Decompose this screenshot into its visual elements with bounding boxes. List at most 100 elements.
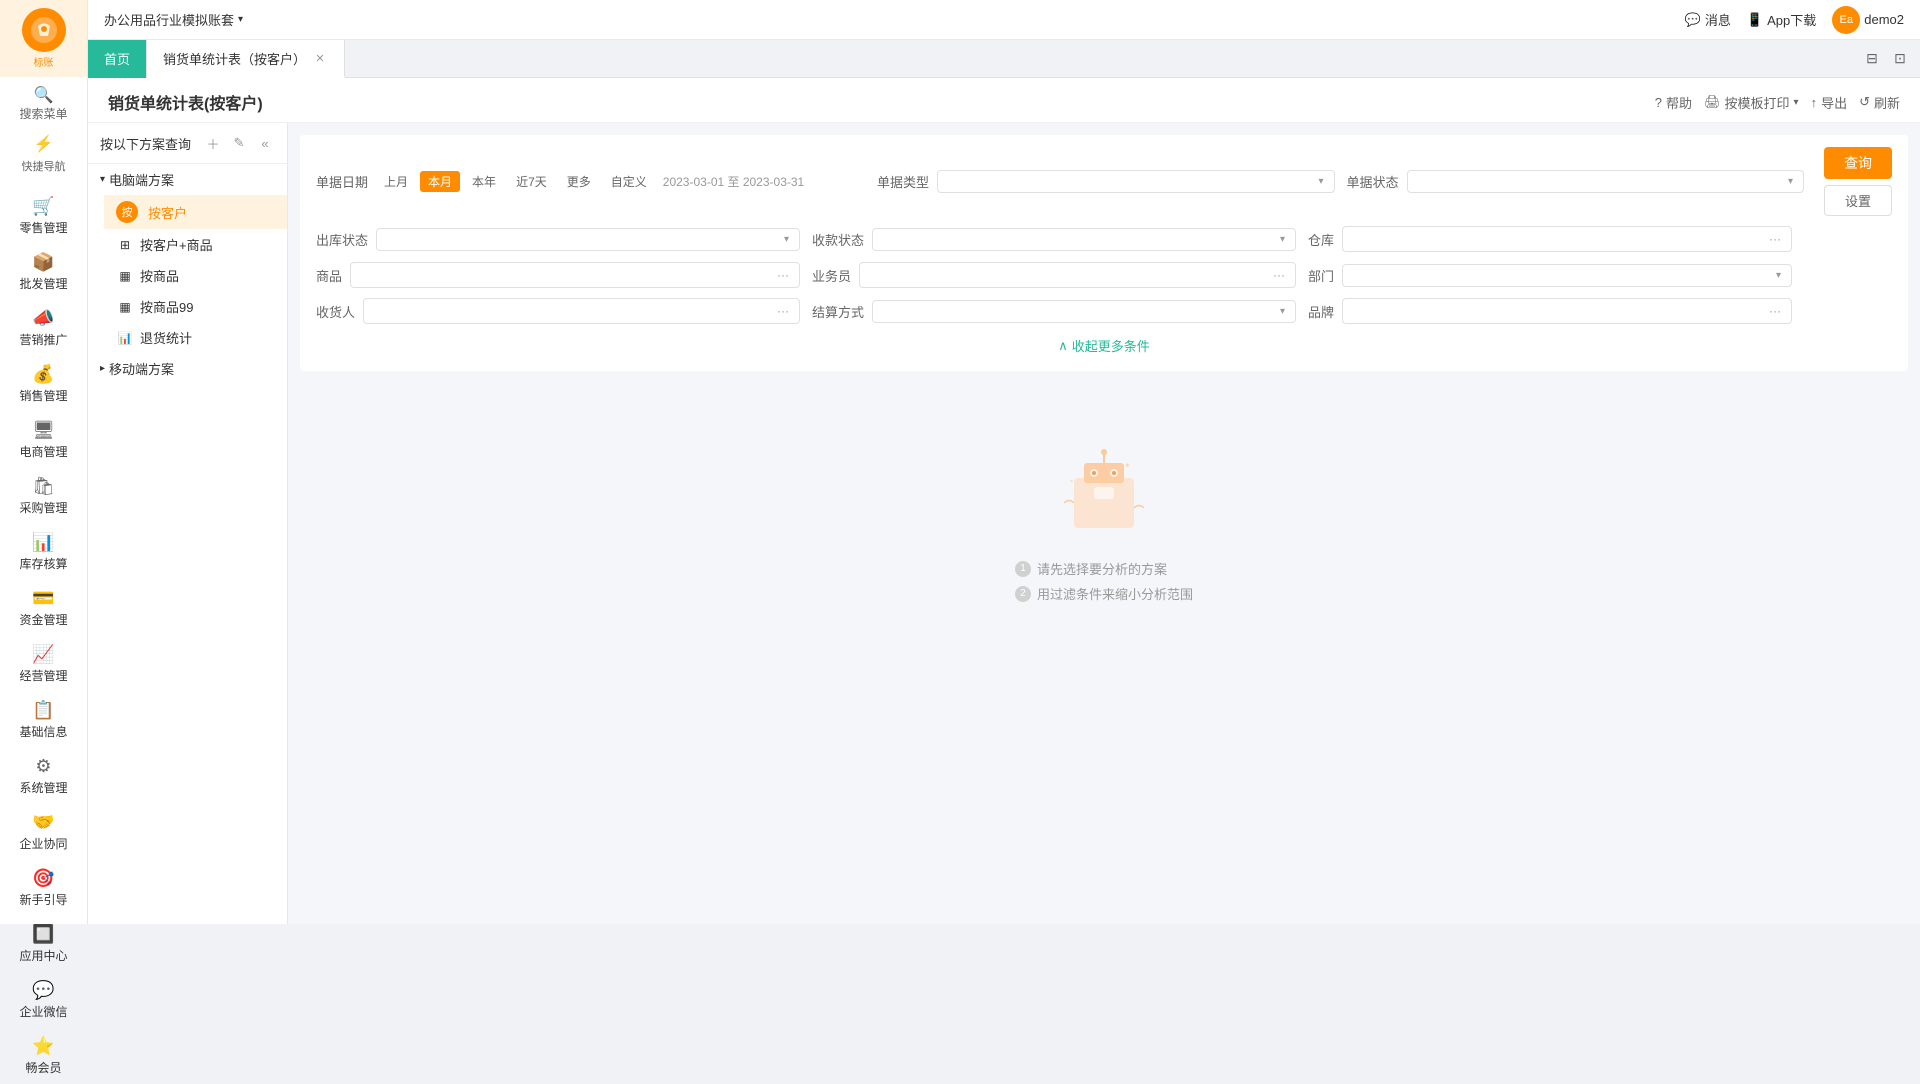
tree-group-desktop-header[interactable]: ▾ 电脑端方案 xyxy=(88,164,287,195)
help-label: 帮助 xyxy=(1666,93,1692,112)
corpwechat-icon: 💬 xyxy=(32,980,54,1001)
tree-item-by-goods-99[interactable]: ▦ 按商品99 xyxy=(104,291,287,322)
svg-text:✦: ✦ xyxy=(1069,478,1074,485)
sidebar-item-sales[interactable]: 💰 销售管理 xyxy=(0,356,87,412)
tree-item-return-stats[interactable]: 📊 退货统计 xyxy=(104,322,287,353)
status-filter: 单据状态 ▾ xyxy=(1347,170,1805,193)
sidebar-item-enterprise[interactable]: 🤝 企业协同 xyxy=(0,804,87,860)
settle-arrow-icon: ▾ xyxy=(1280,306,1285,317)
receipt-status-label: 收款状态 xyxy=(812,230,864,249)
receiver-select[interactable]: ··· xyxy=(363,298,800,324)
app-download-btn[interactable]: 📱 App下载 xyxy=(1747,10,1816,29)
user-menu[interactable]: Ea demo2 xyxy=(1832,6,1904,34)
type-label: 单据类型 xyxy=(877,172,929,191)
last-month-btn[interactable]: 上月 xyxy=(376,171,416,192)
more-btn[interactable]: 更多 xyxy=(559,171,599,192)
tree-item-by-customer[interactable]: 按 按客户 xyxy=(104,195,287,229)
search-menu-item[interactable]: 🔍 搜索菜单 xyxy=(0,77,87,130)
sidebar-item-system[interactable]: ⚙ 系统管理 xyxy=(0,748,87,804)
tree-group-mobile-header[interactable]: ▸ 移动端方案 xyxy=(88,353,287,384)
sidebar-item-basic[interactable]: 📋 基础信息 xyxy=(0,692,87,748)
goods-label: 商品 xyxy=(316,266,342,285)
left-panel-title: 按以下方案查询 xyxy=(100,134,191,153)
receipt-status-select[interactable]: ▾ xyxy=(872,228,1296,251)
salesperson-more-icon[interactable]: ··· xyxy=(1273,268,1285,282)
type-select-arrow-icon: ▾ xyxy=(1318,176,1323,187)
empty-hint-2: 2 用过滤条件来缩小分析范围 xyxy=(1015,584,1193,603)
collapse-btn[interactable]: ∧ 收起更多条件 xyxy=(1058,332,1150,359)
tab-minimize-btn[interactable]: ⊟ xyxy=(1860,47,1884,71)
warehouse-select[interactable]: ··· xyxy=(1342,226,1792,252)
status-label: 单据状态 xyxy=(1347,172,1399,191)
status-select[interactable]: ▾ xyxy=(1407,170,1804,193)
collapse-panel-btn[interactable]: « xyxy=(255,133,275,153)
search-btn[interactable]: 查询 xyxy=(1824,147,1892,179)
type-select[interactable]: ▾ xyxy=(937,170,1334,193)
tab-home[interactable]: 首页 xyxy=(88,40,147,78)
dept-select[interactable]: ▾ xyxy=(1342,264,1792,287)
sidebar-item-newbie[interactable]: 🎯 新手引导 xyxy=(0,860,87,916)
add-scheme-btn[interactable]: ＋ xyxy=(203,133,223,153)
sidebar-item-wholesale[interactable]: 📦 批发管理 xyxy=(0,244,87,300)
tab-maximize-btn[interactable]: ⊡ xyxy=(1888,47,1912,71)
date-filter: 单据日期 上月 本月 本年 近7天 更多 自定义 2023-03-01 至 20… xyxy=(316,171,865,192)
collapse-icon: ∧ xyxy=(1058,338,1068,354)
sidebar-item-ecommerce[interactable]: 🖥 电商管理 xyxy=(0,412,87,468)
this-month-btn[interactable]: 本月 xyxy=(420,171,460,192)
settle-select[interactable]: ▾ xyxy=(872,300,1296,323)
goods-more-icon[interactable]: ··· xyxy=(777,268,789,282)
refresh-icon: ↺ xyxy=(1859,94,1870,110)
tree-group-desktop: ▾ 电脑端方案 按 按客户 ⊞ 按客户+商品 ▦ xyxy=(88,164,287,353)
sidebar-item-purchase[interactable]: 🛍 采购管理 xyxy=(0,468,87,524)
right-panel: 单据日期 上月 本月 本年 近7天 更多 自定义 2023-03-01 至 20… xyxy=(288,123,1920,924)
sidebar-item-marketing[interactable]: 📣 营销推广 xyxy=(0,300,87,356)
sidebar-item-vip[interactable]: ⭐ 畅会员 xyxy=(0,1028,87,1084)
help-btn[interactable]: ? 帮助 xyxy=(1655,93,1692,112)
salesperson-filter: 业务员 ··· xyxy=(812,262,1296,288)
brand-select[interactable]: ··· xyxy=(1342,298,1792,324)
company-selector[interactable]: 办公用品行业模拟账套 ▾ xyxy=(104,10,243,29)
quick-nav-label: 快捷导航 xyxy=(8,154,79,176)
message-btn[interactable]: 💬 消息 xyxy=(1685,10,1731,29)
warehouse-more-icon[interactable]: ··· xyxy=(1769,232,1781,246)
tree-item-by-goods[interactable]: ▦ 按商品 xyxy=(104,260,287,291)
template-print-btn[interactable]: 🖨 按模板打印 ▾ xyxy=(1704,93,1799,112)
tree-group-mobile: ▸ 移动端方案 xyxy=(88,353,287,384)
brand-more-icon[interactable]: ··· xyxy=(1769,304,1781,318)
type-filter: 单据类型 ▾ xyxy=(877,170,1335,193)
sidebar-item-inventory[interactable]: 📊 库存核算 xyxy=(0,524,87,580)
export-btn[interactable]: ↑ 导出 xyxy=(1811,93,1848,112)
goods-select[interactable]: ··· xyxy=(350,262,800,288)
last-7-days-btn[interactable]: 近7天 xyxy=(508,171,555,192)
settings-btn[interactable]: 设置 xyxy=(1824,185,1892,216)
tab-close-btn[interactable]: ✕ xyxy=(312,50,328,66)
topbar-right: 💬 消息 📱 App下载 Ea demo2 xyxy=(1685,6,1904,34)
left-panel-actions: ＋ ✎ « xyxy=(203,133,275,153)
tree-item-by-customer-goods[interactable]: ⊞ 按客户+商品 xyxy=(104,229,287,260)
out-status-select[interactable]: ▾ xyxy=(376,228,800,251)
sidebar-item-corpwechat[interactable]: 💬 企业微信 xyxy=(0,972,87,1028)
sidebar-item-finance[interactable]: 💳 资金管理 xyxy=(0,580,87,636)
ecommerce-icon: 🖥 xyxy=(32,420,55,441)
empty-hints: 1 请先选择要分析的方案 2 用过滤条件来缩小分析范围 xyxy=(1015,559,1193,609)
custom-btn[interactable]: 自定义 xyxy=(603,171,655,192)
refresh-btn[interactable]: ↺ 刷新 xyxy=(1859,93,1900,112)
receiver-more-icon[interactable]: ··· xyxy=(777,304,789,318)
salesperson-select[interactable]: ··· xyxy=(859,262,1296,288)
logo-icon xyxy=(22,8,66,52)
this-year-btn[interactable]: 本年 xyxy=(464,171,504,192)
return-stats-icon: 📊 xyxy=(116,329,134,347)
quick-nav-item[interactable]: ⚡ 快捷导航 xyxy=(0,130,87,180)
sidebar-item-retail[interactable]: 🛒 零售管理 xyxy=(0,188,87,244)
sidebar-item-appcenter[interactable]: 🔲 应用中心 xyxy=(0,916,87,972)
status-select-arrow-icon: ▾ xyxy=(1788,176,1793,187)
sidebar-item-operations[interactable]: 📈 经营管理 xyxy=(0,636,87,692)
sidebar-logo-text: 标账 xyxy=(34,54,54,69)
collapse-label: 收起更多条件 xyxy=(1072,336,1150,355)
receiver-label: 收货人 xyxy=(316,302,355,321)
tab-sales-stats[interactable]: 销货单统计表（按客户） ✕ xyxy=(147,40,345,78)
receipt-status-arrow-icon: ▾ xyxy=(1280,234,1285,245)
edit-scheme-btn[interactable]: ✎ xyxy=(229,133,249,153)
refresh-label: 刷新 xyxy=(1874,93,1900,112)
out-status-arrow-icon: ▾ xyxy=(784,234,789,245)
